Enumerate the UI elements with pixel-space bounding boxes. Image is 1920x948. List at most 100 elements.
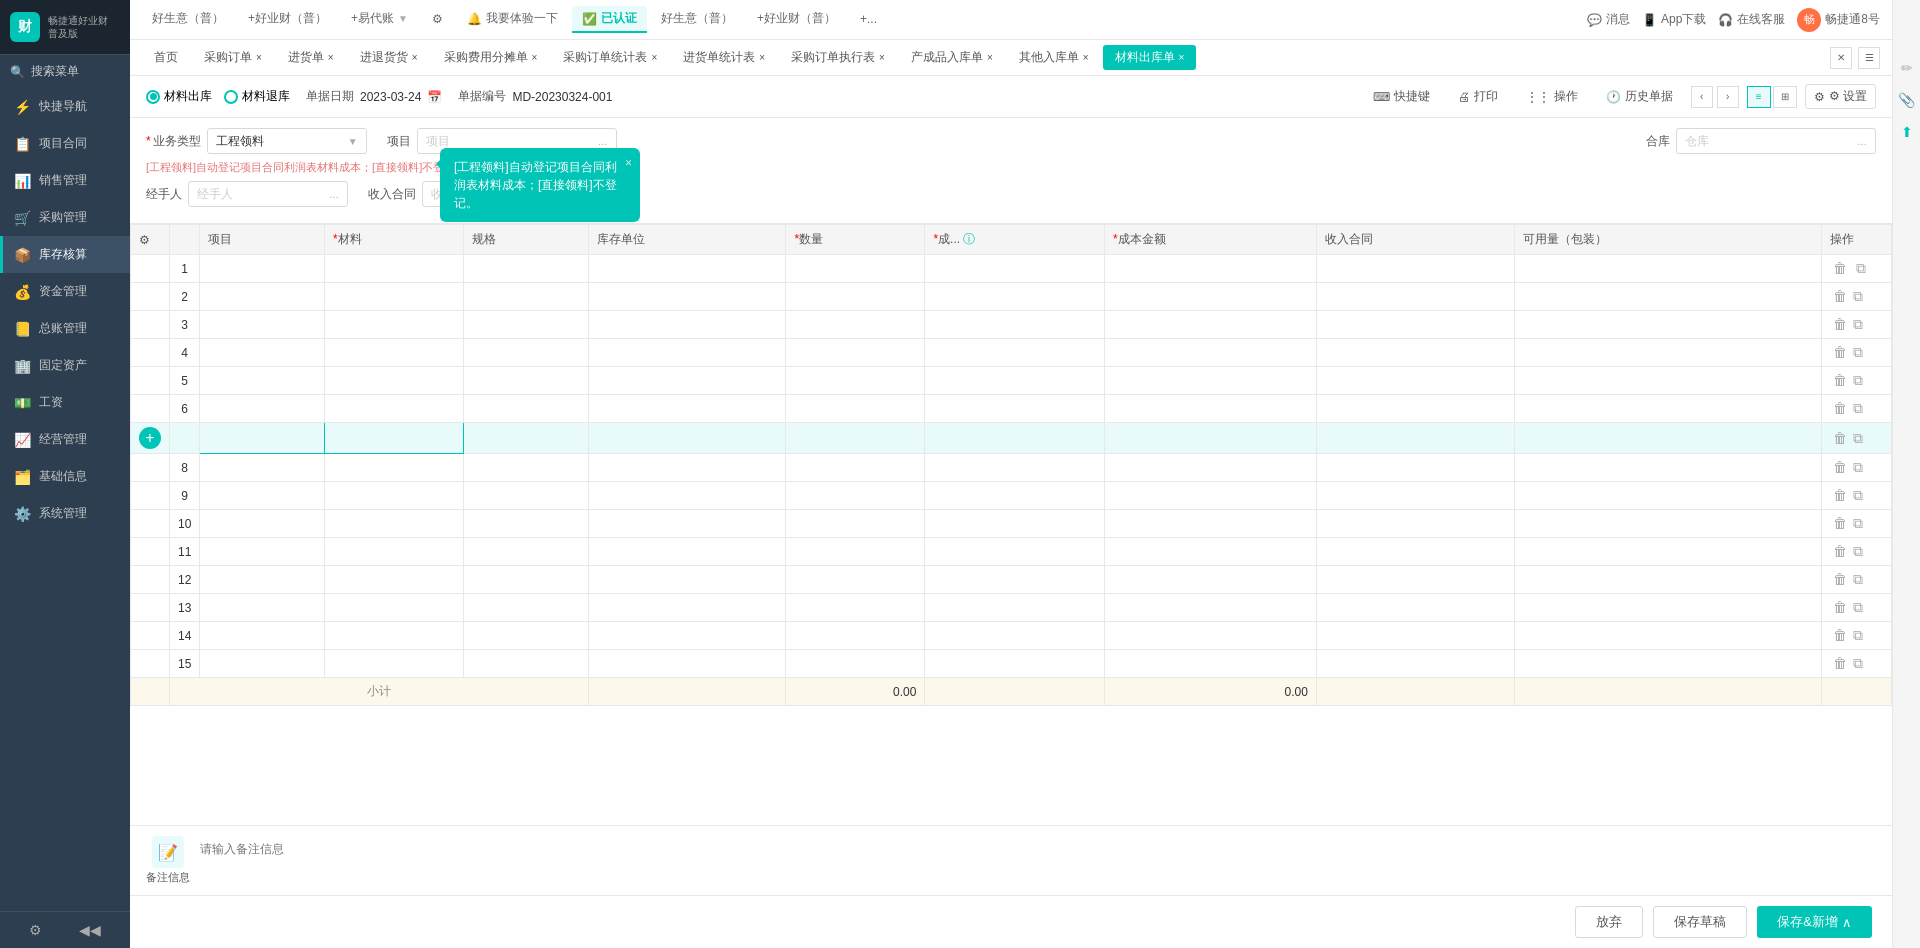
cell-unit[interactable] [588, 255, 786, 283]
tab-purchase-stats[interactable]: 采购订单统计表 × [551, 45, 669, 70]
topbar-tab-certified[interactable]: ✅ 已认证 [572, 6, 647, 33]
topbar-online-service[interactable]: 🎧 在线客服 [1718, 11, 1785, 28]
tab-goods-receipt[interactable]: 进货单 × [276, 45, 346, 70]
sidebar-item-system[interactable]: ⚙️ 系统管理 [0, 495, 130, 532]
topbar-tab-haoyecai2[interactable]: +好业财（普） [747, 6, 846, 33]
delete-row-btn[interactable]: 🗑 [1830, 288, 1850, 304]
copy-row-btn[interactable]: ⧉ [1850, 372, 1866, 389]
sidebar-item-sales[interactable]: 📊 销售管理 [0, 162, 130, 199]
topbar-tab-haoyecai[interactable]: +好业财（普） [238, 6, 337, 33]
delete-row-btn[interactable]: 🗑 [1830, 655, 1850, 671]
delete-row-btn[interactable]: 🗑 [1830, 372, 1850, 388]
cell-project[interactable] [200, 255, 325, 283]
copy-row-btn[interactable]: ⧉ [1850, 316, 1866, 333]
radio-material-return[interactable]: 材料退库 [224, 88, 290, 105]
copy-row-btn[interactable]: ⧉ [1850, 344, 1866, 361]
tab-other-inbound[interactable]: 其他入库单 × [1007, 45, 1101, 70]
delete-row-btn[interactable]: 🗑 [1830, 599, 1850, 615]
add-row-btn[interactable]: + [139, 427, 161, 449]
operations-btn[interactable]: ⋮⋮ 操作 [1516, 85, 1588, 108]
sidebar-item-finance[interactable]: 💰 资金管理 [0, 273, 130, 310]
prev-record-btn[interactable]: ‹ [1691, 86, 1713, 108]
delete-row-btn[interactable]: 🗑 [1830, 515, 1850, 531]
copy-row-btn[interactable]: ⧉ [1850, 400, 1866, 417]
save-new-button[interactable]: 保存&新增 ∧ [1757, 906, 1872, 938]
right-panel-edit-icon[interactable]: ✏ [1901, 60, 1913, 76]
copy-row-btn[interactable]: ⧉ [1850, 288, 1866, 305]
page-settings-btn[interactable]: ⚙ ⚙ 设置 [1805, 84, 1876, 109]
sidebar-item-ledger[interactable]: 📒 总账管理 [0, 310, 130, 347]
print-btn[interactable]: 🖨 打印 [1448, 85, 1508, 108]
cell-material[interactable] [325, 255, 464, 283]
cell-qty[interactable] [786, 255, 925, 283]
delete-row-btn[interactable]: 🗑 [1830, 344, 1850, 360]
right-panel-share-icon[interactable]: ⬆ [1901, 124, 1913, 140]
tooltip-close-btn[interactable]: × [625, 154, 632, 172]
history-btn[interactable]: 🕐 历史单据 [1596, 85, 1683, 108]
copy-row-btn[interactable]: ⧉ [1850, 543, 1866, 560]
tab-product-inbound[interactable]: 产成品入库单 × [899, 45, 1005, 70]
calendar-icon[interactable]: 📅 [427, 90, 442, 104]
right-panel-clip-icon[interactable]: 📎 [1898, 92, 1915, 108]
sidebar-item-salary[interactable]: 💵 工资 [0, 384, 130, 421]
tab-home[interactable]: 首页 [142, 45, 190, 70]
business-type-select[interactable]: 工程领料 ▼ [207, 128, 367, 154]
sidebar-item-base[interactable]: 🗂️ 基础信息 [0, 458, 130, 495]
cell-cost-amt[interactable] [1104, 255, 1316, 283]
copy-row-btn[interactable]: ⧉ [1853, 260, 1869, 277]
sidebar-item-ops[interactable]: 📈 经营管理 [0, 421, 130, 458]
col-header-settings[interactable]: ⚙ [131, 225, 170, 255]
copy-row-btn[interactable]: ⧉ [1850, 487, 1866, 504]
tab-goods-return[interactable]: 进退货货 × [348, 45, 430, 70]
delete-row-btn[interactable]: 🗑 [1830, 316, 1850, 332]
close-tab-other-inbound[interactable]: × [1083, 52, 1089, 63]
grid-view-btn[interactable]: ⊞ [1773, 86, 1797, 108]
close-tab-btn[interactable]: ✕ [1830, 47, 1852, 69]
copy-row-btn[interactable]: ⧉ [1850, 627, 1866, 644]
close-tab-goods-return[interactable]: × [412, 52, 418, 63]
settings-bottom-icon[interactable]: ⚙ [29, 922, 42, 938]
topbar-tab-haoshengyi2[interactable]: 好生意（普） [651, 6, 743, 33]
cell-cost[interactable] [925, 255, 1105, 283]
close-tab-material-outbound[interactable]: × [1179, 52, 1185, 63]
warehouse-select[interactable]: 仓库 … [1676, 128, 1876, 154]
cost-info-icon[interactable]: ⓘ [963, 232, 975, 246]
topbar-app-download[interactable]: 📱 App下载 [1642, 11, 1706, 28]
topbar-messages[interactable]: 💬 消息 [1587, 11, 1630, 28]
tab-purchase-order[interactable]: 采购订单 × [192, 45, 274, 70]
close-tab-goods-stats[interactable]: × [759, 52, 765, 63]
copy-row-btn[interactable]: ⧉ [1850, 571, 1866, 588]
handler-select[interactable]: 经手人 … [188, 181, 348, 207]
close-tab-product-inbound[interactable]: × [987, 52, 993, 63]
copy-row-btn[interactable]: ⧉ [1850, 599, 1866, 616]
cell-income[interactable] [1316, 255, 1514, 283]
list-view-btn[interactable]: ≡ [1747, 86, 1771, 108]
delete-row-btn[interactable]: 🗑 [1830, 627, 1850, 643]
close-tab-purchase-alloc[interactable]: × [532, 52, 538, 63]
tab-purchase-exec[interactable]: 采购订单执行表 × [779, 45, 897, 70]
delete-row-btn[interactable]: 🗑 [1830, 260, 1850, 276]
topbar-tab-more[interactable]: +... [850, 8, 887, 32]
cell-spec[interactable] [464, 255, 589, 283]
shortcut-key-btn[interactable]: ⌨ 快捷键 [1363, 85, 1440, 108]
sidebar-item-assets[interactable]: 🏢 固定资产 [0, 347, 130, 384]
radio-material-out[interactable]: 材料出库 [146, 88, 212, 105]
tab-purchase-alloc[interactable]: 采购费用分摊单 × [432, 45, 550, 70]
close-tab-purchase-exec[interactable]: × [879, 52, 885, 63]
search-menu[interactable]: 🔍 搜索菜单 [0, 55, 130, 88]
delete-row-btn[interactable]: 🗑 [1830, 459, 1850, 475]
close-tab-purchase-stats[interactable]: × [651, 52, 657, 63]
cell-avail[interactable] [1514, 255, 1821, 283]
copy-row-btn[interactable]: ⧉ [1850, 655, 1866, 672]
remarks-input[interactable] [200, 836, 1876, 862]
topbar-tab-experience[interactable]: 🔔 我要体验一下 [457, 6, 568, 33]
topbar-tab-haoshengyi[interactable]: 好生意（普） [142, 6, 234, 33]
delete-row-btn[interactable]: 🗑 [1830, 543, 1850, 559]
sidebar-item-shortcut[interactable]: ⚡ 快捷导航 [0, 88, 130, 125]
topbar-user[interactable]: 畅 畅捷通8号 [1797, 8, 1880, 32]
delete-row-btn[interactable]: 🗑 [1830, 400, 1850, 416]
tab-goods-stats[interactable]: 进货单统计表 × [671, 45, 777, 70]
topbar-tab-yidaizhang[interactable]: +易代账 ▼ [341, 6, 418, 33]
next-record-btn[interactable]: › [1717, 86, 1739, 108]
topbar-tab-settings[interactable]: ⚙ [422, 8, 453, 32]
